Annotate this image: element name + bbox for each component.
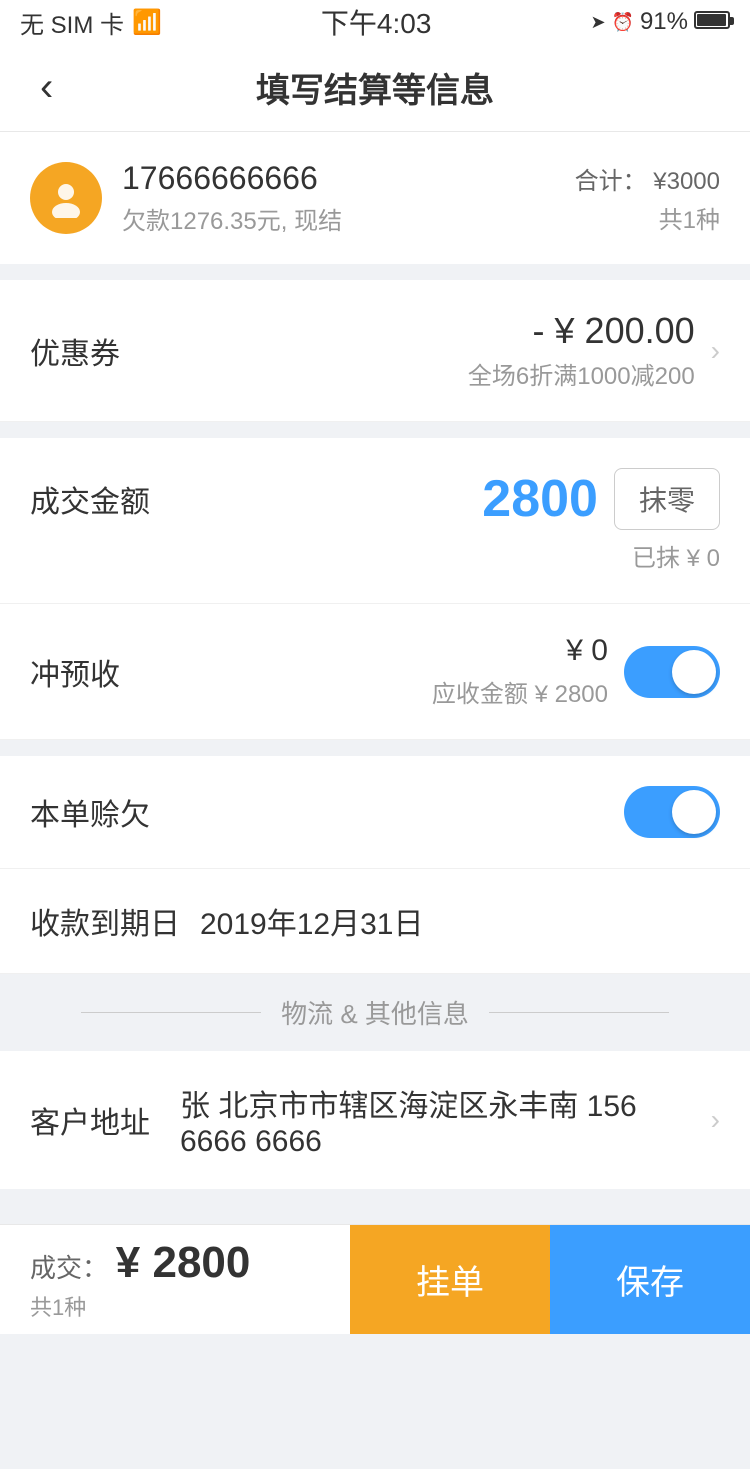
arrears-label: 本单赊欠: [30, 790, 150, 834]
coupon-row[interactable]: 优惠券 - ¥ 200.00 全场6折满1000减200 ›: [0, 280, 750, 422]
avatar: [30, 162, 102, 234]
battery-icon: [694, 8, 730, 36]
prereceive-amount: ¥ 0: [432, 634, 608, 668]
status-bar: 无 SIM 卡 📶 下午4:03 ➤ ⏰ 91%: [0, 0, 750, 44]
logistics-divider-inner: 物流 & 其他信息: [0, 994, 750, 1031]
transaction-sub: 已抹 ¥ 0: [30, 538, 720, 573]
coupon-sub: 全场6折满1000减200: [468, 356, 695, 391]
customer-card: 17666666666 欠款1276.35元, 现结 合计： ¥3000 共1种: [0, 132, 750, 264]
duedate-label: 收款到期日: [30, 899, 180, 943]
transaction-label: 成交金额: [30, 477, 150, 521]
logistics-text: 物流 & 其他信息: [281, 994, 469, 1031]
customer-phone: 17666666666: [122, 160, 342, 197]
status-time: 下午4:03: [321, 2, 432, 42]
address-section[interactable]: 客户地址 张 北京市市辖区海淀区永丰南 156 6666 6666 ›: [0, 1051, 750, 1189]
address-chevron-icon: ›: [711, 1104, 720, 1136]
arrears-section: 本单赊欠: [0, 756, 750, 869]
total-count: 共1种: [575, 200, 720, 235]
customer-left: 17666666666 欠款1276.35元, 现结: [30, 160, 342, 236]
arrears-toggle-knob: [672, 790, 716, 834]
bottom-buttons: 挂单 保存: [350, 1225, 750, 1334]
save-button[interactable]: 保存: [550, 1225, 750, 1334]
prereceive-label: 冲预收: [30, 650, 120, 694]
transaction-amount: 2800: [482, 469, 598, 529]
bottom-label: 成交：: [30, 1253, 108, 1283]
prereceive-row: 冲预收 ¥ 0 应收金额 ¥ 2800: [30, 634, 720, 709]
round-button[interactable]: 抹零: [614, 468, 720, 530]
coupon-chevron: ›: [711, 335, 720, 367]
location-icon: ➤: [590, 12, 605, 33]
transaction-section: 成交金额 2800 抹零 已抹 ¥ 0: [0, 438, 750, 604]
section-divider-2: [0, 740, 750, 756]
total-label: 合计： ¥3000: [575, 161, 720, 196]
bottom-amount: ¥ 2800: [116, 1238, 251, 1287]
nav-bar: ‹ 填写结算等信息: [0, 44, 750, 132]
prereceive-section: 冲预收 ¥ 0 应收金额 ¥ 2800: [0, 604, 750, 740]
prereceive-amount-col: ¥ 0 应收金额 ¥ 2800: [432, 634, 608, 709]
prereceive-sub: 应收金额 ¥ 2800: [432, 674, 608, 709]
customer-sub: 欠款1276.35元, 现结: [122, 201, 342, 236]
divider-line-right: [489, 1012, 669, 1013]
bottom-bar: 成交： ¥ 2800 共1种 挂单 保存: [0, 1224, 750, 1334]
page-title: 填写结算等信息: [256, 63, 494, 112]
coupon-label: 优惠券: [30, 329, 120, 373]
section-divider-1: [0, 422, 750, 438]
battery-percent: 91%: [640, 8, 688, 36]
customer-info: 17666666666 欠款1276.35元, 现结: [122, 160, 342, 236]
toggle-knob: [672, 650, 716, 694]
pending-button[interactable]: 挂单: [350, 1225, 550, 1334]
transaction-right: 2800 抹零: [482, 468, 720, 530]
bottom-count: 共1种: [30, 1290, 320, 1322]
arrears-toggle[interactable]: [624, 786, 720, 838]
divider-line-left: [81, 1012, 261, 1013]
no-sim-text: 无 SIM 卡: [20, 5, 124, 40]
duedate-value: 2019年12月31日: [200, 899, 423, 943]
status-left: 无 SIM 卡 📶: [20, 5, 162, 40]
bottom-summary: 成交： ¥ 2800 共1种: [0, 1238, 350, 1322]
duedate-section: 收款到期日 2019年12月31日: [0, 869, 750, 974]
address-value: 张 北京市市辖区海淀区永丰南 156 6666 6666: [180, 1081, 711, 1159]
transaction-row: 成交金额 2800 抹零: [30, 468, 720, 530]
coupon-right: - ¥ 200.00 全场6折满1000减200 ›: [468, 310, 720, 391]
coupon-info: - ¥ 200.00 全场6折满1000减200: [468, 310, 695, 391]
bottom-label-row: 成交： ¥ 2800: [30, 1238, 320, 1288]
logistics-divider: 物流 & 其他信息: [0, 974, 750, 1051]
customer-total: 合计： ¥3000 共1种: [575, 161, 720, 235]
duedate-row: 收款到期日 2019年12月31日: [30, 899, 720, 943]
avatar-icon: [46, 178, 86, 218]
wifi-icon: 📶: [132, 8, 162, 37]
alarm-icon: ⏰: [612, 12, 634, 33]
prereceive-right: ¥ 0 应收金额 ¥ 2800: [432, 634, 720, 709]
back-button[interactable]: ‹: [30, 55, 63, 120]
status-right: ➤ ⏰ 91%: [590, 8, 730, 36]
back-icon: ‹: [40, 65, 53, 109]
coupon-amount: - ¥ 200.00: [468, 310, 695, 352]
prereceive-toggle[interactable]: [624, 646, 720, 698]
address-label: 客户地址: [30, 1098, 150, 1142]
total-amount: ¥3000: [653, 168, 720, 195]
